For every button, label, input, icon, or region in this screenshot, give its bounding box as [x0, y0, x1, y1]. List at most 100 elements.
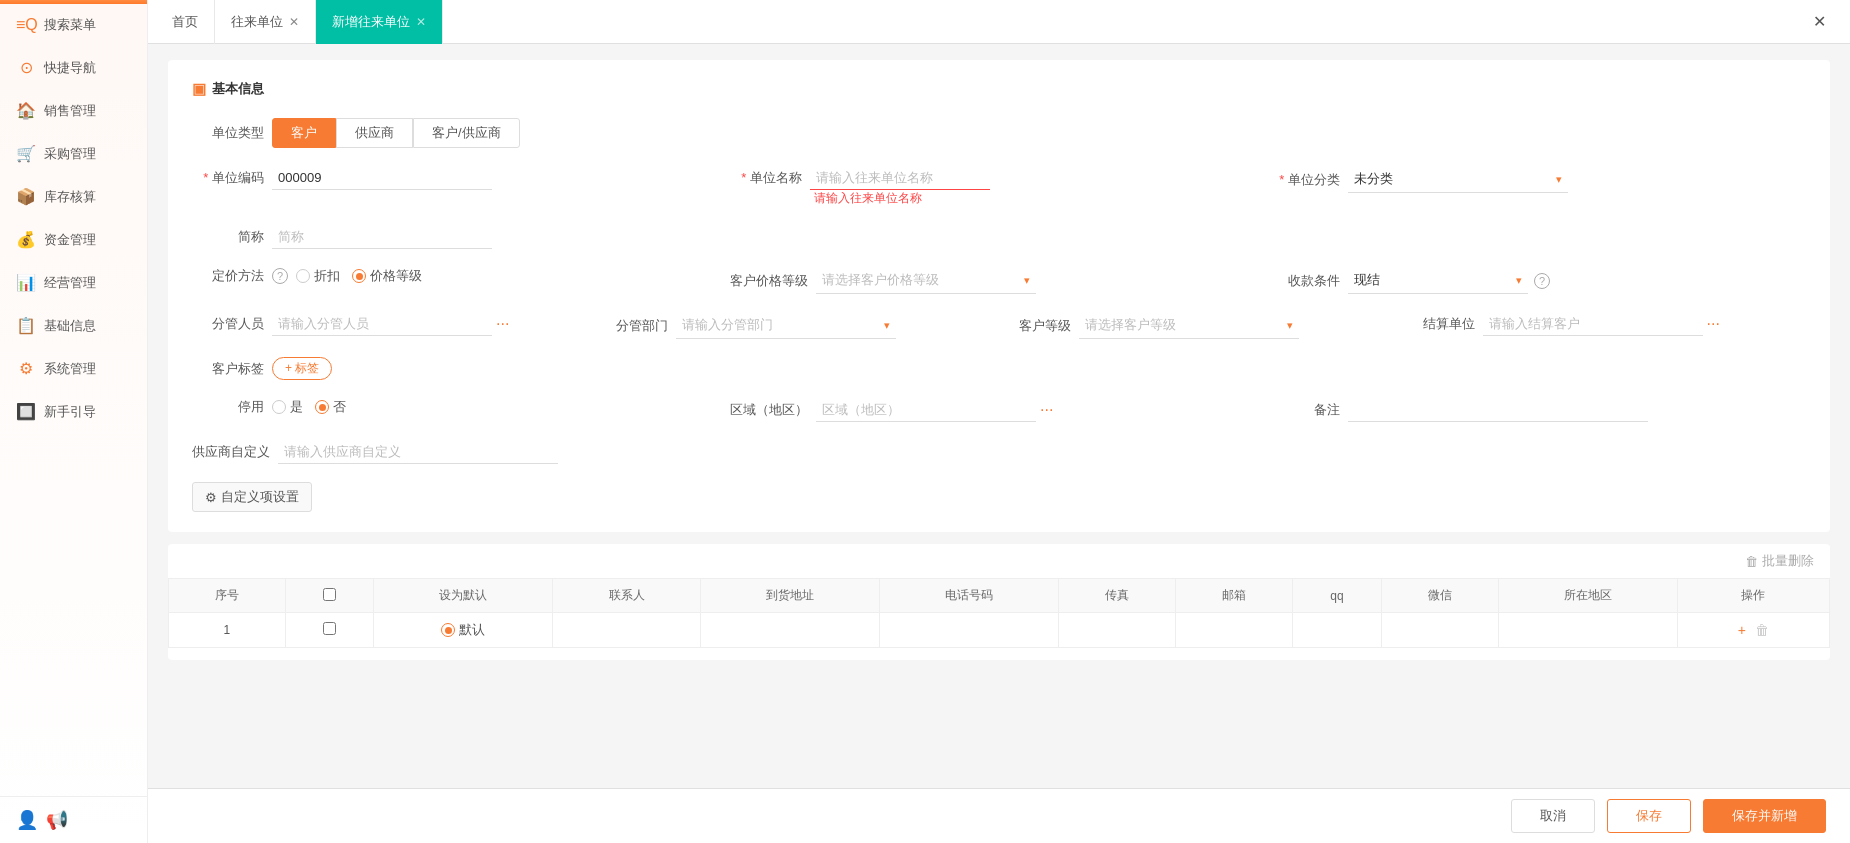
- sidebar-item-quicknav[interactable]: ⊙ 快捷导航: [0, 46, 147, 89]
- manager-input[interactable]: [272, 312, 492, 336]
- unit-name-label: 单位名称: [730, 169, 810, 187]
- disable-yes[interactable]: 是: [272, 398, 303, 416]
- tab-new-partner[interactable]: 新增往来单位 ✕: [316, 0, 443, 44]
- pricing-discount[interactable]: 折扣: [296, 267, 340, 285]
- col-default: 设为默认: [374, 579, 553, 613]
- disable-region-row: 停用 是 否 区域（地区） ···: [192, 398, 1806, 422]
- cell-checkbox: [285, 613, 373, 648]
- footer: 取消 保存 保存并新增: [148, 788, 1850, 843]
- batch-delete-btn[interactable]: 🗑 批量删除: [1745, 552, 1814, 570]
- settlement-group: 结算单位 ···: [1403, 312, 1807, 336]
- section-icon: ▣: [192, 80, 206, 98]
- manager-row: 分管人员 ··· 分管部门 请输入分管部门 ▾ 客户等级 请选择客户等级 ▾: [192, 312, 1806, 339]
- unit-category-select[interactable]: 未分类 ▾: [1348, 166, 1568, 193]
- pricing-radio-group: 折扣 价格等级: [296, 267, 422, 285]
- disable-group: 停用 是 否: [192, 398, 730, 416]
- cell-address: [701, 613, 880, 648]
- pricing-help-icon[interactable]: ?: [272, 268, 288, 284]
- unit-name-error: 请输入往来单位名称: [810, 190, 922, 207]
- sidebar-item-basic[interactable]: 📋 基础信息: [0, 304, 147, 347]
- sidebar-item-sales[interactable]: 🏠 销售管理: [0, 89, 147, 132]
- sidebar-item-inventory[interactable]: 📦 库存核算: [0, 175, 147, 218]
- unit-code-group: 单位编码: [192, 166, 730, 190]
- col-no: 序号: [169, 579, 286, 613]
- payment-condition-select[interactable]: 现结 ▾: [1348, 267, 1528, 294]
- type-btn-customer[interactable]: 客户: [272, 118, 336, 148]
- basic-info-card: ▣ 基本信息 单位类型 客户 供应商 客户/供应商 单位编码: [168, 60, 1830, 532]
- sidebar-item-operation[interactable]: 📊 经营管理: [0, 261, 147, 304]
- cell-wechat: [1382, 613, 1499, 648]
- cell-no: 1: [169, 613, 286, 648]
- cell-contact: [553, 613, 701, 648]
- custom-settings-area: ⚙ 自定义项设置: [192, 482, 1806, 512]
- customer-price-select[interactable]: 请选择客户价格等级 ▾: [816, 267, 1036, 294]
- pricing-price-level[interactable]: 价格等级: [352, 267, 422, 285]
- custom-settings-button[interactable]: ⚙ 自定义项设置: [192, 482, 312, 512]
- settlement-more-btn[interactable]: ···: [1703, 315, 1724, 333]
- add-tag-button[interactable]: + 标签: [272, 357, 332, 380]
- settings-gear-icon: ⚙: [205, 490, 217, 505]
- remark-input[interactable]: [1348, 398, 1648, 422]
- contact-table-section: 🗑 批量删除 序号 设为默认 联系人 到货地址 电话号码 传真 邮箱 qq: [168, 544, 1830, 660]
- payment-help-icon[interactable]: ?: [1534, 273, 1550, 289]
- close-new-partner-tab[interactable]: ✕: [416, 15, 426, 29]
- cancel-button[interactable]: 取消: [1511, 799, 1595, 833]
- tab-home[interactable]: 首页: [156, 0, 215, 44]
- department-label: 分管部门: [596, 317, 676, 335]
- abbr-input[interactable]: [272, 225, 492, 249]
- row-checkbox[interactable]: [323, 622, 336, 635]
- settlement-label: 结算单位: [1403, 315, 1483, 333]
- region-group: 区域（地区） ···: [730, 398, 1268, 422]
- customer-price-label: 客户价格等级: [730, 272, 816, 290]
- sidebar-item-guide[interactable]: 🔲 新手引导: [0, 390, 147, 433]
- code-name-row: 单位编码 单位名称 请输入往来单位名称 单位分类 未分类 ▾: [192, 166, 1806, 207]
- close-all-tabs[interactable]: ✕: [1797, 12, 1842, 31]
- unit-type-group: 单位类型 客户 供应商 客户/供应商: [192, 118, 1806, 148]
- inventory-icon: 📦: [16, 187, 36, 206]
- region-more-btn[interactable]: ···: [1036, 401, 1057, 419]
- sidebar-bottom: 👤 📢: [0, 796, 147, 843]
- customer-price-group: 客户价格等级 请选择客户价格等级 ▾: [730, 267, 1268, 294]
- operation-icon: 📊: [16, 273, 36, 292]
- guide-icon: 🔲: [16, 402, 36, 421]
- section-title: ▣ 基本信息: [192, 80, 1806, 98]
- tab-partners[interactable]: 往来单位 ✕: [215, 0, 316, 44]
- unit-name-input[interactable]: [810, 166, 990, 190]
- region-input[interactable]: [816, 398, 1036, 422]
- supplier-custom-input[interactable]: [278, 440, 558, 464]
- payment-chevron: ▾: [1516, 274, 1522, 287]
- cell-email: [1176, 613, 1293, 648]
- cell-action: + 🗑: [1677, 613, 1829, 648]
- sidebar-item-search[interactable]: ≡Q 搜索菜单: [0, 4, 147, 46]
- cell-region: [1498, 613, 1677, 648]
- unit-code-input[interactable]: [272, 166, 492, 190]
- col-contact: 联系人: [553, 579, 701, 613]
- select-all-checkbox[interactable]: [323, 588, 336, 601]
- trash-icon: 🗑: [1745, 554, 1758, 569]
- sidebar-item-system[interactable]: ⚙ 系统管理: [0, 347, 147, 390]
- delete-row-btn[interactable]: 🗑: [1752, 622, 1772, 638]
- save-button[interactable]: 保存: [1607, 799, 1691, 833]
- customer-level-group: 客户等级 请选择客户等级 ▾: [999, 312, 1403, 339]
- manager-more-btn[interactable]: ···: [492, 315, 513, 333]
- settlement-input[interactable]: [1483, 312, 1703, 336]
- add-row-btn[interactable]: +: [1735, 622, 1749, 638]
- type-btn-both[interactable]: 客户/供应商: [413, 118, 520, 148]
- customer-level-label: 客户等级: [999, 317, 1079, 335]
- department-select[interactable]: 请输入分管部门 ▾: [676, 312, 896, 339]
- type-btn-supplier[interactable]: 供应商: [336, 118, 413, 148]
- sidebar-label-sales: 销售管理: [44, 102, 96, 120]
- disable-no[interactable]: 否: [315, 398, 346, 416]
- sidebar-label-basic: 基础信息: [44, 317, 96, 335]
- unit-category-label: 单位分类: [1268, 171, 1348, 189]
- discount-radio-dot: [296, 269, 310, 283]
- save-and-new-button[interactable]: 保存并新增: [1703, 799, 1826, 833]
- customer-level-select[interactable]: 请选择客户等级 ▾: [1079, 312, 1299, 339]
- price-level-radio-dot: [352, 269, 366, 283]
- customer-price-chevron: ▾: [1024, 274, 1030, 287]
- customer-tag-label: 客户标签: [192, 360, 272, 378]
- sidebar-item-finance[interactable]: 💰 资金管理: [0, 218, 147, 261]
- sidebar-item-purchase[interactable]: 🛒 采购管理: [0, 132, 147, 175]
- close-partners-tab[interactable]: ✕: [289, 15, 299, 29]
- default-radio[interactable]: [441, 623, 455, 637]
